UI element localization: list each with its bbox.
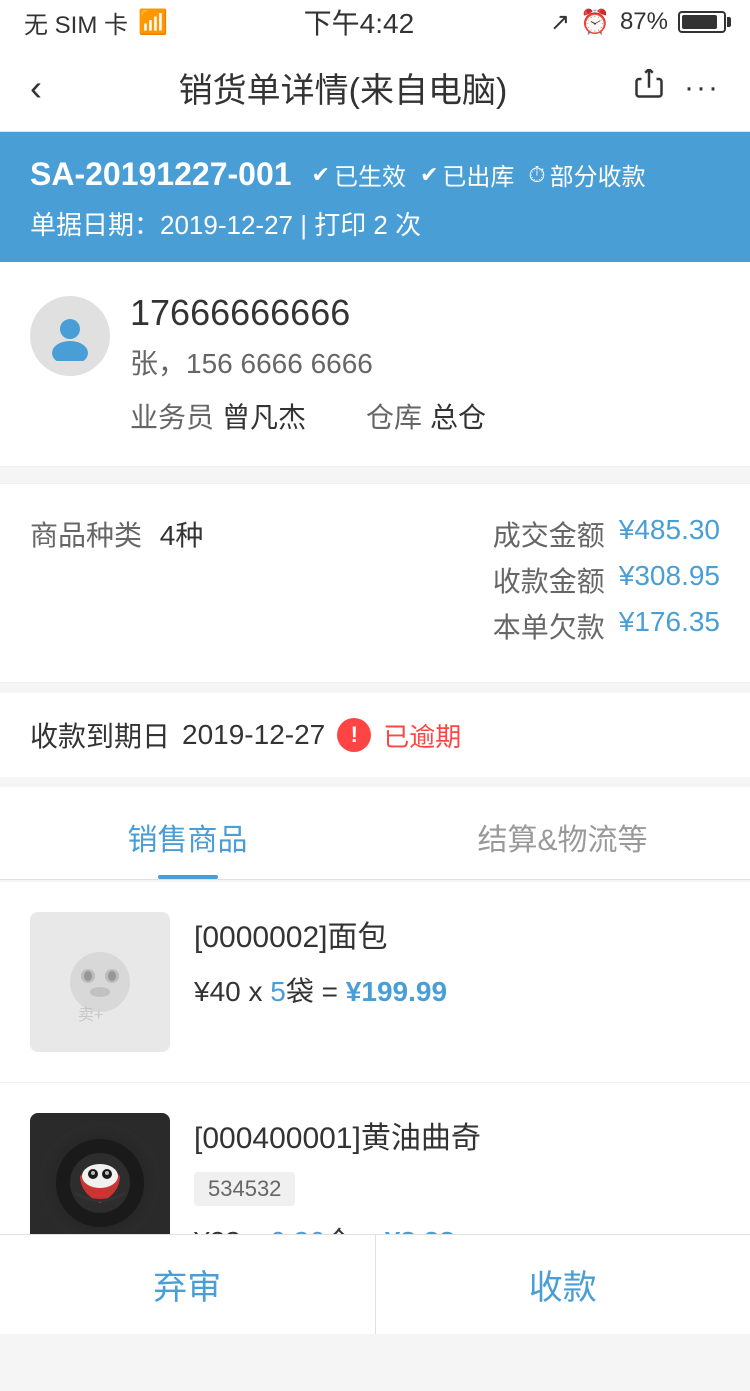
product-kinds-label: 商品种类 [30,520,142,551]
owed-label: 本单欠款 [493,606,605,646]
customer-info: 17666666666 张，156 6666 6666 业务员 曾凡杰 仓库 总… [130,292,720,436]
due-date-label: 收款到期日 [30,715,170,755]
deal-amount-label: 成交金额 [493,514,605,554]
salesperson-meta: 业务员 曾凡杰 [130,396,306,436]
product-kinds-value: 4种 [160,520,204,551]
product-total-bread: ¥199.99 [346,976,447,1007]
customer-phone: 17666666666 [130,292,720,334]
status-effective: ✔ 已生效 [312,157,406,192]
received-amount: 收款金额 ¥308.95 [493,560,720,600]
status-time: 下午4:42 [304,2,415,42]
battery-text: 87% [620,8,668,36]
warehouse-value: 总仓 [430,396,486,436]
clock-icon: ⏱ [528,162,545,188]
wifi-icon: 📶 [138,8,168,37]
product-details-bread: [0000002]面包 ¥40 x 5袋 = ¥199.99 [194,912,720,1052]
received-label: 收款金额 [493,560,605,600]
overdue-text: 已逾期 [383,717,461,754]
order-header: SA-20191227-001 ✔ 已生效 ✔ 已出库 ⏱ 部分收款 单据日期：… [0,132,750,262]
status-partial-text: 部分收款 [550,157,646,192]
owed-value: ¥176.35 [619,606,720,646]
summary-left: 商品种类 4种 [30,514,203,554]
tab-settlement-label: 结算&物流等 [477,824,647,857]
product-equals-bread: = [322,976,346,1007]
product-multiply-bread: x [249,976,271,1007]
due-section: 收款到期日 2019-12-27 ! 已逾期 [0,683,750,777]
product-thumb-cookie [30,1113,170,1253]
nav-right-buttons: ··· [634,69,720,107]
customer-meta: 业务员 曾凡杰 仓库 总仓 [130,396,720,436]
nav-bar: ‹ 销货单详情(来自电脑) ··· [0,44,750,132]
status-effective-text: 已生效 [334,157,406,192]
order-meta: 单据日期：2019-12-27 | 打印 2 次 [30,205,720,242]
status-bar: 无 SIM 卡 📶 下午4:42 ↗ ⏰ 87% [0,0,750,44]
warehouse-meta: 仓库 总仓 [366,396,486,436]
tab-settlement[interactable]: 结算&物流等 [375,787,750,879]
status-partial: ⏱ 部分收款 [528,157,645,192]
warehouse-label: 仓库 [366,396,422,436]
check-icon-1: ✔ [312,162,330,188]
product-kinds: 商品种类 4种 [30,514,203,554]
reject-button[interactable]: 弃审 [0,1235,376,1334]
battery-bar [678,11,726,33]
location-icon: ↗ [550,8,570,37]
product-unit-bread: 袋 [286,976,314,1007]
svg-text:卖+: 卖+ [78,1006,103,1024]
battery-fill [682,15,717,29]
status-shipped-text: 已出库 [442,157,514,192]
salesperson-label: 业务员 [130,396,214,436]
summary-section: 商品种类 4种 成交金额 ¥485.30 收款金额 ¥308.95 本单欠款 ¥… [0,483,750,683]
tabs-bar: 销售商品 结算&物流等 [0,787,750,880]
nav-title: 销货单详情(来自电脑) [52,63,634,112]
back-button[interactable]: ‹ [20,57,52,119]
product-title-cookie: 黄油曲奇 [361,1122,481,1155]
status-right: ↗ ⏰ 87% [550,8,726,37]
status-shipped: ✔ 已出库 [420,157,514,192]
product-code-cookie: [000400001] [194,1122,361,1155]
tab-sales-products[interactable]: 销售商品 [0,787,375,879]
deal-amount-value: ¥485.30 [619,514,720,554]
summary-right: 成交金额 ¥485.30 收款金额 ¥308.95 本单欠款 ¥176.35 [493,514,720,652]
product-item-bread: 卖+ [0000002]面包 ¥40 x 5袋 = ¥199.99 [0,882,750,1083]
product-price-bread: ¥40 x 5袋 = ¥199.99 [194,970,720,1010]
order-id: SA-20191227-001 [30,156,292,193]
collect-button[interactable]: 收款 [376,1235,750,1334]
product-name-bread: [0000002]面包 [194,912,720,956]
customer-avatar [30,296,110,376]
tab-sales-label: 销售商品 [128,824,248,857]
overdue-icon: ! [337,718,371,752]
received-value: ¥308.95 [619,560,720,600]
product-unit-price-bread: ¥40 [194,976,241,1007]
product-tag-cookie: 534532 [194,1172,295,1206]
owed-amount: 本单欠款 ¥176.35 [493,606,720,646]
share-icon[interactable] [634,69,664,107]
ninja-image [40,1123,160,1243]
summary-row: 商品种类 4种 成交金额 ¥485.30 收款金额 ¥308.95 本单欠款 ¥… [30,514,720,652]
customer-section: 17666666666 张，156 6666 6666 业务员 曾凡杰 仓库 总… [0,262,750,467]
status-left: 无 SIM 卡 📶 [24,5,168,40]
product-code-bread: [0000002] [194,921,327,954]
salesperson-value: 曾凡杰 [222,396,306,436]
alarm-icon: ⏰ [580,8,610,37]
bottom-bar: 弃审 收款 [0,1234,750,1334]
check-icon-2: ✔ [420,162,438,188]
due-date-value: 2019-12-27 [182,719,325,751]
customer-name: 张，156 6666 6666 [130,342,720,382]
product-list: 卖+ [0000002]面包 ¥40 x 5袋 = ¥199.99 [0,882,750,1291]
carrier-text: 无 SIM 卡 [24,5,128,40]
more-icon[interactable]: ··· [684,71,720,105]
product-title-bread: 面包 [327,921,387,954]
deal-amount: 成交金额 ¥485.30 [493,514,720,554]
product-name-cookie: [000400001]黄油曲奇 [194,1113,720,1157]
status-badges: ✔ 已生效 ✔ 已出库 ⏱ 部分收款 [312,157,646,192]
product-thumb-bread: 卖+ [30,912,170,1052]
order-header-top: SA-20191227-001 ✔ 已生效 ✔ 已出库 ⏱ 部分收款 [30,156,720,193]
product-qty-bread: 5 [270,976,286,1007]
